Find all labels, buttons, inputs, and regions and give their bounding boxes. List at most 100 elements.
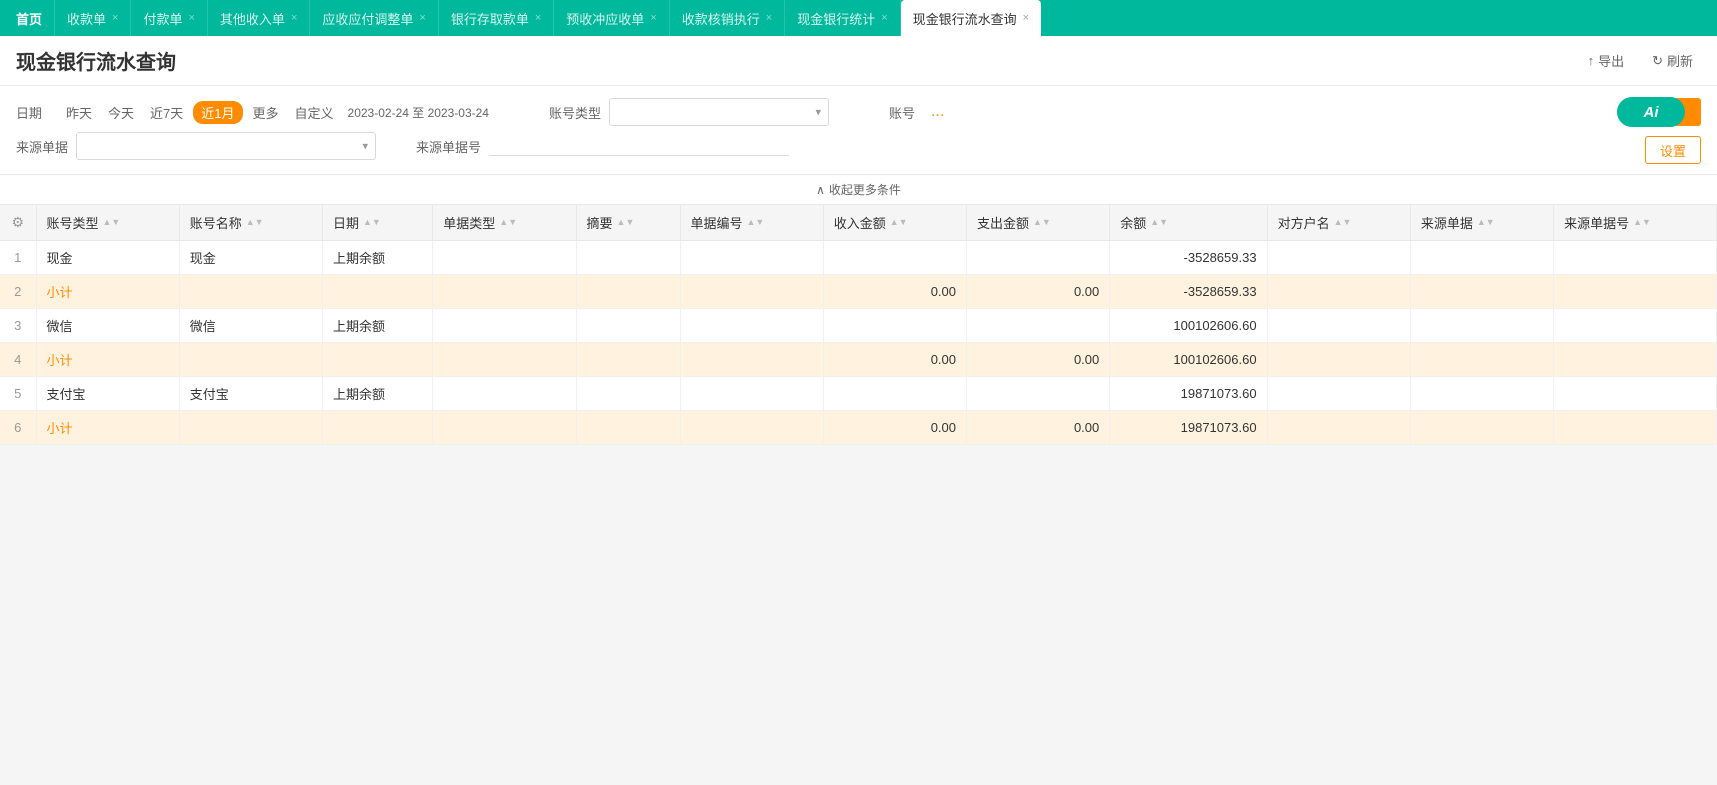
sort-balance-icon[interactable]: ▲▼ [1150,218,1168,227]
cell-income [823,241,966,275]
top-nav: 首页 收款单 × 付款单 × 其他收入单 × 应收应付调整单 × 银行存取款单 … [0,0,1717,36]
th-expense: 支出金额 ▲▼ [967,205,1110,241]
cell-income: 0.00 [823,343,966,377]
settings-button[interactable]: 设置 [1645,136,1701,164]
close-other-income-icon[interactable]: × [291,12,297,24]
source-doc-no-input[interactable] [489,136,789,156]
th-source-doc-no: 来源单据号 ▲▼ [1554,205,1717,241]
collapse-up-icon: ∧ [816,183,825,197]
cell-source-doc-no [1554,377,1717,411]
cell-doc-no [680,343,823,377]
source-doc-no-label: 来源单据号 [416,137,481,156]
th-doc-type: 单据类型 ▲▼ [433,205,576,241]
date-opt-1month[interactable]: 近1月 [193,101,242,124]
cell-doc-type [433,377,576,411]
table-settings-icon[interactable]: ⚙ [11,214,24,230]
cell-doc-type [433,241,576,275]
close-verify-icon[interactable]: × [766,12,772,24]
cell-date: 上期余额 [323,309,433,343]
th-account-name: 账号名称 ▲▼ [179,205,322,241]
nav-tab-verify[interactable]: 收款核销执行 × [670,0,785,36]
cell-source-doc [1410,377,1553,411]
cell-account-type: 微信 [36,309,179,343]
cell-source-doc-no [1554,309,1717,343]
cell-summary [576,343,680,377]
table-row: 3微信微信上期余额100102606.60 [0,309,1717,343]
cell-income: 0.00 [823,275,966,309]
nav-tab-cashflow-label: 现金银行流水查询 [913,9,1017,28]
close-payments-icon[interactable]: × [188,12,194,24]
source-doc-input[interactable] [76,132,376,160]
cell-source-doc [1410,343,1553,377]
close-receipts-icon[interactable]: × [112,12,118,24]
sort-doc-no-icon[interactable]: ▲▼ [747,218,765,227]
sort-source-doc-icon[interactable]: ▲▼ [1477,218,1495,227]
sort-expense-icon[interactable]: ▲▼ [1033,218,1051,227]
filter-row-1: 日期 昨天 今天 近7天 近1月 更多 自定义 2023-02-24 至 202… [16,98,1643,126]
cell-account-type: 现金 [36,241,179,275]
cell-account-name: 支付宝 [179,377,322,411]
account-type-filter-label: 账号类型 [549,103,601,122]
sort-summary-icon[interactable]: ▲▼ [617,218,635,227]
th-doc-no: 单据编号 ▲▼ [680,205,823,241]
cell-summary [576,275,680,309]
date-opt-custom[interactable]: 自定义 [289,101,340,124]
cell-summary [576,411,680,445]
cell-account-type: 小计 [36,343,179,377]
nav-tab-cashflow[interactable]: 现金银行流水查询 × [901,0,1041,36]
nav-home[interactable]: 首页 [4,0,55,36]
row-num: 3 [0,309,36,343]
cell-expense [967,377,1110,411]
date-options: 昨天 今天 近7天 近1月 更多 自定义 [60,101,340,124]
account-dots-button[interactable]: ... [925,101,950,123]
sort-account-name-icon[interactable]: ▲▼ [246,218,264,227]
th-date: 日期 ▲▼ [323,205,433,241]
nav-tab-adjustment[interactable]: 应收应付调整单 × [310,0,438,36]
close-stats-icon[interactable]: × [881,12,887,24]
date-opt-yesterday[interactable]: 昨天 [60,101,98,124]
cell-doc-no [680,275,823,309]
cell-source-doc-no [1554,343,1717,377]
cell-income [823,377,966,411]
cell-source-doc-no [1554,241,1717,275]
sort-doc-type-icon[interactable]: ▲▼ [499,218,517,227]
nav-tab-advance[interactable]: 预收冲应收单 × [554,0,669,36]
close-adjustment-icon[interactable]: × [419,12,425,24]
cell-counterparty [1267,411,1410,445]
cell-counterparty [1267,275,1410,309]
table-row: 5支付宝支付宝上期余额19871073.60 [0,377,1717,411]
cell-doc-type [433,275,576,309]
sort-account-type-icon[interactable]: ▲▼ [103,218,121,227]
nav-tab-adjustment-label: 应收应付调整单 [322,9,413,28]
table-row: 6小计0.000.0019871073.60 [0,411,1717,445]
date-opt-more[interactable]: 更多 [247,101,285,124]
sort-counterparty-icon[interactable]: ▲▼ [1334,218,1352,227]
close-cashflow-icon[interactable]: × [1023,12,1029,24]
nav-tab-stats[interactable]: 现金银行统计 × [785,0,900,36]
export-button[interactable]: ↑ 导出 [1580,47,1633,74]
ai-button[interactable]: Ai [1617,97,1685,127]
collapse-button[interactable]: ∧ 收起更多条件 [816,181,901,198]
page-header: 现金银行流水查询 ↑ 导出 ↻ 刷新 [0,36,1717,86]
sort-income-icon[interactable]: ▲▼ [890,218,908,227]
row-num: 1 [0,241,36,275]
account-type-input[interactable] [609,98,829,126]
close-bank-deposit-icon[interactable]: × [535,12,541,24]
cell-account-name [179,275,322,309]
sort-source-doc-no-icon[interactable]: ▲▼ [1633,218,1651,227]
cell-counterparty [1267,241,1410,275]
nav-tab-other-income[interactable]: 其他收入单 × [208,0,310,36]
th-counterparty: 对方户名 ▲▼ [1267,205,1410,241]
row-num: 5 [0,377,36,411]
account-filter-label: 账号 [889,103,917,122]
sort-date-icon[interactable]: ▲▼ [363,218,381,227]
nav-tab-payments[interactable]: 付款单 × [131,0,207,36]
close-advance-icon[interactable]: × [650,12,656,24]
nav-tab-receipts[interactable]: 收款单 × [55,0,131,36]
date-opt-today[interactable]: 今天 [102,101,140,124]
refresh-button[interactable]: ↻ 刷新 [1644,47,1701,74]
cell-balance: 19871073.60 [1110,377,1267,411]
date-opt-7days[interactable]: 近7天 [144,101,189,124]
nav-tab-stats-label: 现金银行统计 [797,9,875,28]
nav-tab-bank-deposit[interactable]: 银行存取款单 × [439,0,554,36]
